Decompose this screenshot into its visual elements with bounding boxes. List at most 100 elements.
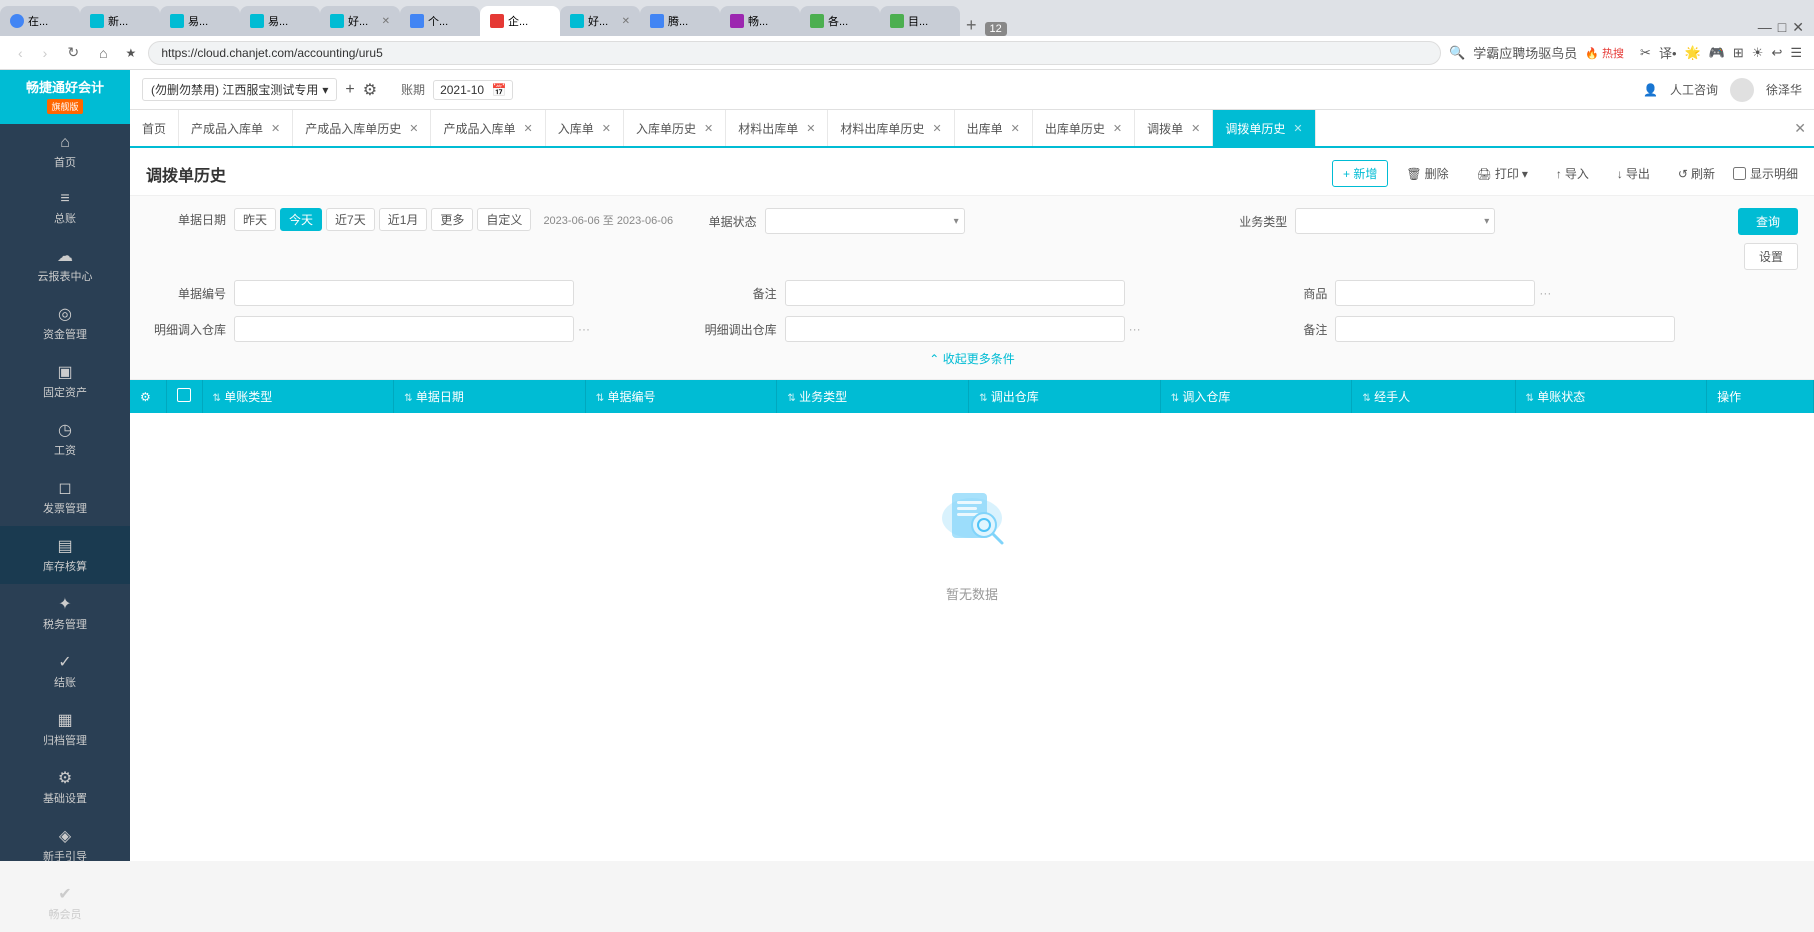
close-window-icon[interactable]: ✕ xyxy=(1792,19,1804,36)
new-button[interactable]: + 新增 xyxy=(1332,160,1388,187)
page-tab-out-order[interactable]: 出库单✕ xyxy=(955,110,1033,147)
page-tab-mat-out[interactable]: 材料出库单✕ xyxy=(726,110,828,147)
th-status[interactable]: ⇅ 单账状态 xyxy=(1515,380,1707,413)
page-tab-in-order-hist[interactable]: 入库单历史✕ xyxy=(624,110,726,147)
date-btn-today[interactable]: 今天 xyxy=(280,208,322,231)
date-btn-7days[interactable]: 近7天 xyxy=(326,208,375,231)
browser-tab-4[interactable]: 易... xyxy=(240,6,320,36)
detail-out-more-icon[interactable]: ··· xyxy=(1129,322,1141,336)
period-value[interactable]: 2021-10 📅 xyxy=(433,80,513,100)
address-input[interactable] xyxy=(148,41,1441,65)
date-btn-custom[interactable]: 自定义 xyxy=(477,208,531,231)
print-button[interactable]: 🖨 打印 ▾ xyxy=(1467,161,1538,186)
biztype-select[interactable] xyxy=(1295,208,1495,234)
sidebar-item-home[interactable]: ⌂ 首页 xyxy=(0,124,130,180)
export-button[interactable]: ↓ 导出 xyxy=(1607,161,1660,186)
docnum-input[interactable] xyxy=(234,280,574,306)
browser-tab-8[interactable]: 好... ✕ xyxy=(560,6,640,36)
collapse-button[interactable]: ⌃ 收起更多条件 xyxy=(929,350,1014,367)
page-tab-home[interactable]: 首页 xyxy=(130,110,179,147)
company-selector[interactable]: (勿删勿禁用) 江西服宝测试专用 ▾ xyxy=(142,78,337,101)
sidebar-item-report[interactable]: ☁ 云报表中心 xyxy=(0,236,130,294)
service-label[interactable]: 人工咨询 xyxy=(1670,81,1718,98)
goods-more-icon[interactable]: ··· xyxy=(1539,286,1551,300)
sort-icon: ⇅ xyxy=(979,393,987,404)
sidebar-item-archive[interactable]: ▦ 归档管理 xyxy=(0,700,130,758)
browser-tab-7[interactable]: 企... xyxy=(480,6,560,36)
query-button[interactable]: 查询 xyxy=(1738,208,1798,235)
import-button[interactable]: ↑ 导入 xyxy=(1546,161,1599,186)
th-checkbox[interactable] xyxy=(166,380,202,413)
chevron-down-icon: ▾ xyxy=(322,83,328,97)
home-button[interactable]: ⌂ xyxy=(93,43,113,63)
detail-in-more-icon[interactable]: ··· xyxy=(578,322,590,336)
refresh-button[interactable]: ↺ 刷新 xyxy=(1668,161,1725,186)
page-tab-transfer-hist[interactable]: 调拨单历史✕ xyxy=(1213,110,1315,147)
reload-button[interactable]: ↻ xyxy=(61,42,85,63)
th-type[interactable]: ⇅ 单账类型 xyxy=(202,380,394,413)
page-tab-out-order-hist[interactable]: 出库单历史✕ xyxy=(1033,110,1135,147)
th-settings[interactable]: ⚙ xyxy=(130,380,166,413)
display-toggle: 显示明细 xyxy=(1733,165,1798,182)
sidebar-item-capital[interactable]: ◎ 资金管理 xyxy=(0,294,130,352)
header-checkbox[interactable] xyxy=(177,388,191,402)
note-input[interactable] xyxy=(785,280,1125,306)
sidebar-item-settings[interactable]: ⚙ 基础设置 xyxy=(0,758,130,816)
page-tab-product-in-hist[interactable]: 产成品入库单历史✕ xyxy=(293,110,431,147)
sidebar-item-inventory[interactable]: ▤ 库存核算 xyxy=(0,526,130,584)
company-settings-icon[interactable]: ⚙ xyxy=(363,80,377,100)
goods-input[interactable] xyxy=(1335,280,1535,306)
date-btn-yesterday[interactable]: 昨天 xyxy=(234,208,276,231)
th-handler[interactable]: ⇅ 经手人 xyxy=(1352,380,1515,413)
sidebar-item-guide[interactable]: ◈ 新手引导 xyxy=(0,816,130,874)
browser-tab-11[interactable]: 各... xyxy=(800,6,880,36)
date-btn-more[interactable]: 更多 xyxy=(431,208,473,231)
th-biz-type[interactable]: ⇅ 业务类型 xyxy=(777,380,969,413)
sidebar-item-salary[interactable]: ◷ 工资 xyxy=(0,410,130,468)
sidebar-item-ledger[interactable]: ≡ 总账 xyxy=(0,180,130,236)
forward-button[interactable]: › xyxy=(37,43,54,63)
status-select[interactable] xyxy=(765,208,965,234)
delete-icon: 🗑 xyxy=(1406,167,1421,181)
sidebar-item-asset[interactable]: ▣ 固定资产 xyxy=(0,352,130,410)
browser-tab-12[interactable]: 目... xyxy=(880,6,960,36)
browser-tab-6[interactable]: 个... xyxy=(400,6,480,36)
detail-out-input[interactable] xyxy=(785,316,1125,342)
page-tab-in-order[interactable]: 入库单✕ xyxy=(546,110,624,147)
browser-tab-9[interactable]: 腾... xyxy=(640,6,720,36)
th-date[interactable]: ⇅ 单据日期 xyxy=(394,380,586,413)
minimize-icon[interactable]: — xyxy=(1758,19,1772,36)
maximize-icon[interactable]: □ xyxy=(1778,19,1786,36)
filter-settings-button[interactable]: 设置 xyxy=(1744,243,1798,270)
sidebar-item-tax[interactable]: ✦ 税务管理 xyxy=(0,584,130,642)
goods-filter-label: 商品 xyxy=(1247,285,1327,302)
th-out-warehouse[interactable]: ⇅ 调出仓库 xyxy=(969,380,1161,413)
sidebar-logo: 畅捷通好会计 旗舰版 xyxy=(0,70,130,124)
note2-filter-label: 备注 xyxy=(1247,321,1327,338)
sidebar-item-closing[interactable]: ✓ 结账 xyxy=(0,642,130,700)
detail-in-input[interactable] xyxy=(234,316,574,342)
note2-input[interactable] xyxy=(1335,316,1675,342)
sidebar-item-vip[interactable]: ✔ 畅会员 xyxy=(0,874,130,932)
browser-tab-10[interactable]: 畅... xyxy=(720,6,800,36)
browser-tab-5[interactable]: 好... ✕ xyxy=(320,6,400,36)
sidebar-item-invoice[interactable]: ◻ 发票管理 xyxy=(0,468,130,526)
date-btn-1month[interactable]: 近1月 xyxy=(379,208,428,231)
page-tab-product-in2[interactable]: 产成品入库单✕ xyxy=(431,110,545,147)
page-tab-transfer[interactable]: 调拨单✕ xyxy=(1135,110,1213,147)
new-tab-button[interactable]: + xyxy=(960,15,983,36)
browser-tab-2[interactable]: 新... xyxy=(80,6,160,36)
browser-tab-3[interactable]: 易... xyxy=(160,6,240,36)
close-page-icon[interactable]: ✕ xyxy=(1794,120,1806,136)
th-in-warehouse[interactable]: ⇅ 调入仓库 xyxy=(1160,380,1352,413)
browser-tab-1[interactable]: 在... xyxy=(0,6,80,36)
tab-count-badge: 12 xyxy=(985,22,1007,36)
delete-button[interactable]: 🗑 删除 xyxy=(1396,161,1458,186)
display-checkbox[interactable] xyxy=(1733,167,1746,180)
th-number[interactable]: ⇅ 单据编号 xyxy=(585,380,777,413)
page-tab-product-in[interactable]: 产成品入库单✕ xyxy=(179,110,293,147)
back-button[interactable]: ‹ xyxy=(12,43,29,63)
page-tab-mat-out-hist[interactable]: 材料出库单历史✕ xyxy=(828,110,954,147)
add-company-button[interactable]: + xyxy=(345,81,354,99)
sort-icon: ⇅ xyxy=(213,393,221,404)
